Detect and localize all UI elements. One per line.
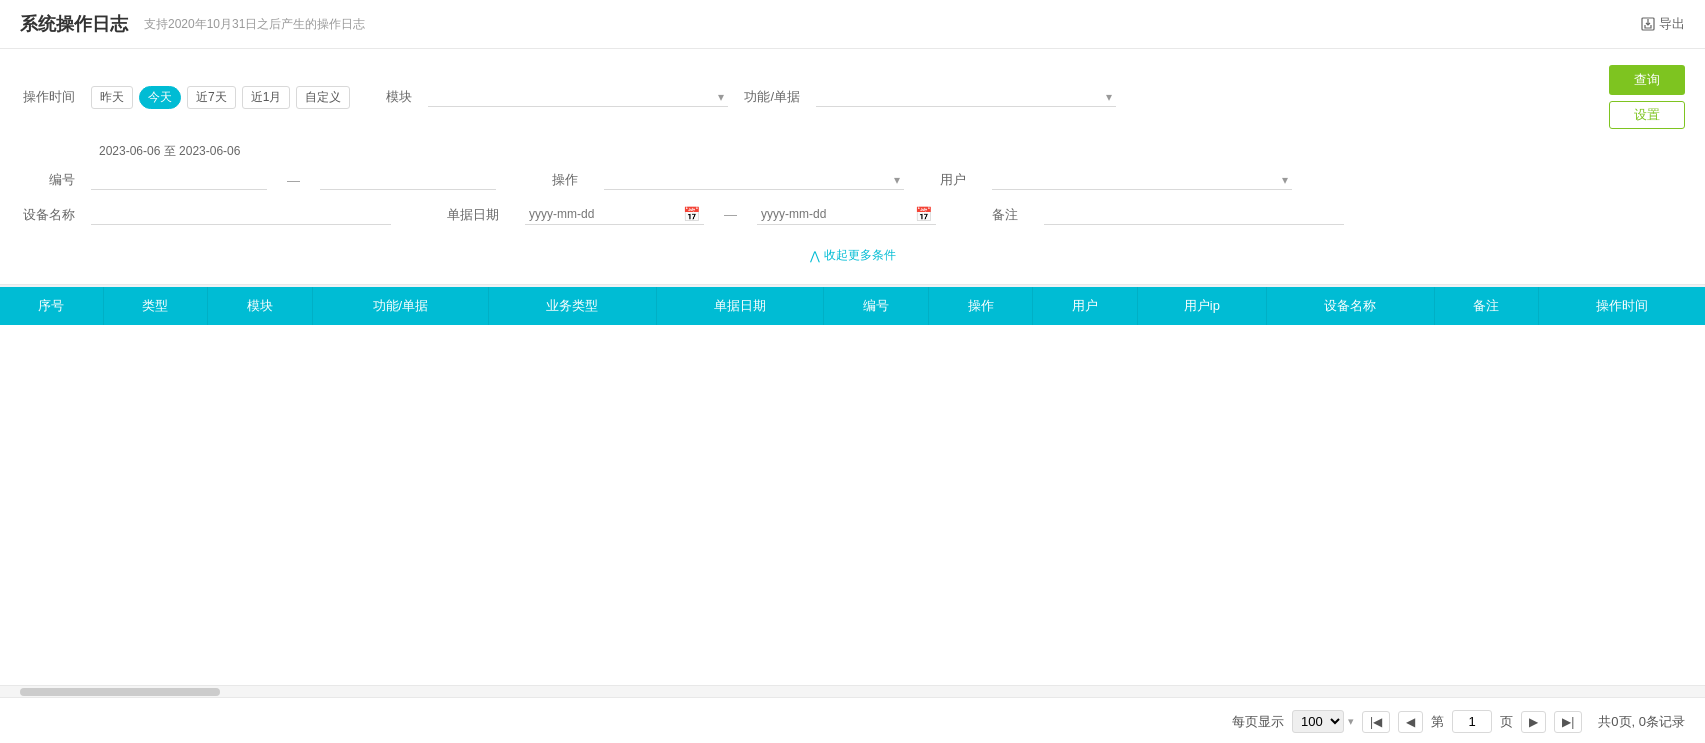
- time-7days[interactable]: 近7天: [187, 86, 236, 109]
- operation-label: 操作: [552, 171, 578, 189]
- table-header-cell: 操作时间: [1538, 287, 1705, 325]
- empty-area: [0, 325, 1705, 685]
- time-range-text: 2023-06-06 至 2023-06-06: [99, 143, 240, 160]
- total-label: 共0页, 0条记录: [1598, 713, 1685, 731]
- date-dash: —: [720, 207, 741, 222]
- table-header: 序号类型模块功能/单据业务类型单据日期编号操作用户用户ip设备名称备注操作时间: [0, 287, 1705, 325]
- calendar-start-icon[interactable]: 📅: [683, 206, 700, 222]
- calendar-end-icon[interactable]: 📅: [915, 206, 932, 222]
- module-label: 模块: [386, 88, 412, 106]
- export-icon: [1641, 17, 1655, 31]
- table-container: 序号类型模块功能/单据业务类型单据日期编号操作用户用户ip设备名称备注操作时间: [0, 287, 1705, 685]
- remark-input[interactable]: [1044, 205, 1344, 225]
- time-label: 操作时间: [20, 88, 75, 106]
- table-header-cell: 用户ip: [1137, 287, 1266, 325]
- collapse-bar[interactable]: ⋀ 收起更多条件: [20, 239, 1685, 268]
- function-select[interactable]: ▾: [816, 88, 1116, 107]
- next-page-button[interactable]: ▶: [1521, 711, 1546, 733]
- remark-label: 备注: [992, 206, 1018, 224]
- function-dropdown-icon: ▾: [1106, 90, 1112, 104]
- device-label: 设备名称: [20, 206, 75, 224]
- scrollbar-thumb[interactable]: [20, 688, 220, 696]
- device-input[interactable]: [91, 205, 391, 225]
- user-select[interactable]: ▾: [992, 171, 1292, 190]
- number-dash: —: [283, 173, 304, 188]
- data-table: 序号类型模块功能/单据业务类型单据日期编号操作用户用户ip设备名称备注操作时间: [0, 287, 1705, 325]
- dropdown-arrow-icon: ▾: [1348, 715, 1354, 728]
- page-header: 系统操作日志 支持2020年10月31日之后产生的操作日志 导出: [0, 0, 1705, 49]
- date-start-wrap: 📅: [525, 204, 704, 225]
- user-dropdown-icon: ▾: [1282, 173, 1288, 187]
- page-title: 系统操作日志: [20, 12, 128, 36]
- table-header-cell: 操作: [928, 287, 1032, 325]
- date-start-input[interactable]: [529, 207, 679, 221]
- per-page-label: 每页显示: [1232, 713, 1284, 731]
- table-header-cell: 模块: [208, 287, 312, 325]
- filter-row-3: 设备名称 单据日期 📅 — 📅 备注: [20, 204, 1685, 225]
- page-subtitle: 支持2020年10月31日之后产生的操作日志: [144, 16, 365, 33]
- page-number-input[interactable]: [1452, 710, 1492, 733]
- table-header-cell: 类型: [103, 287, 207, 325]
- page-label: 第: [1431, 713, 1444, 731]
- time-custom[interactable]: 自定义: [296, 86, 350, 109]
- table-header-cell: 备注: [1434, 287, 1538, 325]
- filter-row-2: 编号 — 操作 ▾ 用户 ▾: [20, 170, 1685, 190]
- table-header-cell: 序号: [0, 287, 103, 325]
- first-page-button[interactable]: |◀: [1362, 711, 1390, 733]
- filter-row-1: 操作时间 昨天 今天 近7天 近1月 自定义 模块 ▾ 功能/单据 ▾ 查询 设…: [20, 65, 1685, 129]
- date-end-input[interactable]: [761, 207, 911, 221]
- number-input-start[interactable]: [91, 170, 267, 190]
- collapse-icon: ⋀: [810, 249, 820, 263]
- time-1month[interactable]: 近1月: [242, 86, 291, 109]
- table-header-cell: 编号: [824, 287, 928, 325]
- user-label: 用户: [940, 171, 966, 189]
- per-page-select[interactable]: 100 50 200: [1292, 710, 1344, 733]
- table-header-cell: 设备名称: [1266, 287, 1434, 325]
- table-header-cell: 用户: [1033, 287, 1137, 325]
- settings-button[interactable]: 设置: [1609, 101, 1685, 129]
- table-header-row: 序号类型模块功能/单据业务类型单据日期编号操作用户用户ip设备名称备注操作时间: [0, 287, 1705, 325]
- time-filter-group: 昨天 今天 近7天 近1月 自定义: [91, 86, 350, 109]
- table-header-cell: 单据日期: [656, 287, 824, 325]
- date-end-wrap: 📅: [757, 204, 936, 225]
- table-header-cell: 功能/单据: [312, 287, 488, 325]
- action-buttons: 查询 设置: [1609, 65, 1685, 129]
- voucher-date-label: 单据日期: [447, 206, 499, 224]
- function-label: 功能/单据: [744, 88, 800, 106]
- page-suffix: 页: [1500, 713, 1513, 731]
- time-yesterday[interactable]: 昨天: [91, 86, 133, 109]
- module-dropdown-icon: ▾: [718, 90, 724, 104]
- prev-page-button[interactable]: ◀: [1398, 711, 1423, 733]
- time-range-row: 2023-06-06 至 2023-06-06: [95, 143, 1685, 160]
- filter-panel: 操作时间 昨天 今天 近7天 近1月 自定义 模块 ▾ 功能/单据 ▾ 查询 设…: [0, 49, 1705, 285]
- pagination-bar: 每页显示 100 50 200 ▾ |◀ ◀ 第 页 ▶ ▶| 共0页, 0条记…: [0, 697, 1705, 743]
- operation-dropdown-icon: ▾: [894, 173, 900, 187]
- number-input-end[interactable]: [320, 170, 496, 190]
- table-header-cell: 业务类型: [489, 287, 657, 325]
- collapse-label: 收起更多条件: [824, 247, 896, 264]
- export-button[interactable]: 导出: [1641, 15, 1685, 33]
- last-page-button[interactable]: ▶|: [1554, 711, 1582, 733]
- time-today[interactable]: 今天: [139, 86, 181, 109]
- horizontal-scrollbar[interactable]: [0, 685, 1705, 697]
- export-label: 导出: [1659, 15, 1685, 33]
- operation-select[interactable]: ▾: [604, 171, 904, 190]
- number-label: 编号: [20, 171, 75, 189]
- module-select[interactable]: ▾: [428, 88, 728, 107]
- query-button[interactable]: 查询: [1609, 65, 1685, 95]
